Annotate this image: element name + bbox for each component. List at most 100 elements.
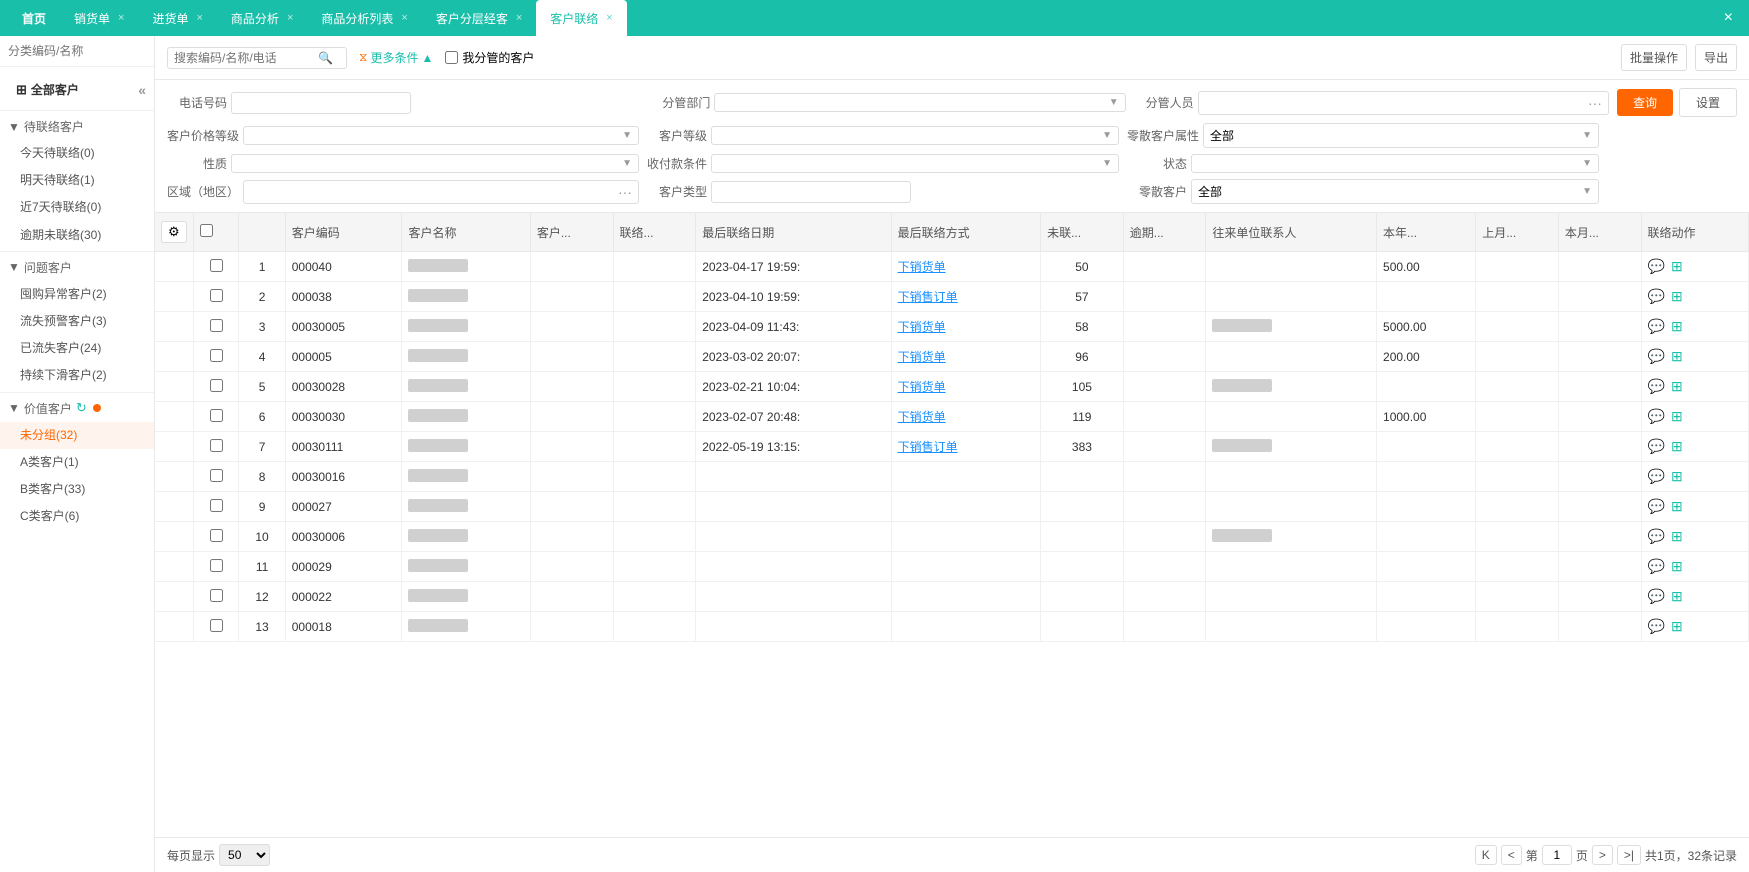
row-checkbox[interactable] xyxy=(210,379,223,392)
my-customers-check[interactable] xyxy=(445,51,458,64)
query-btn[interactable]: 查询 xyxy=(1617,89,1673,116)
row-checkbox-cell[interactable] xyxy=(193,282,239,312)
main-search-box[interactable]: 🔍 xyxy=(167,47,347,69)
row-checkbox-cell[interactable] xyxy=(193,432,239,462)
row-checkbox[interactable] xyxy=(210,349,223,362)
row-checkbox[interactable] xyxy=(210,469,223,482)
chat-icon[interactable]: 💬 xyxy=(1648,348,1665,365)
tab-customer-contact-close[interactable]: × xyxy=(606,12,612,24)
row-checkbox-cell[interactable] xyxy=(193,492,239,522)
batch-operation-btn[interactable]: 批量操作 xyxy=(1621,44,1687,71)
row-checkbox[interactable] xyxy=(210,589,223,602)
chat-icon[interactable]: 💬 xyxy=(1648,558,1665,575)
status-select[interactable]: ▼ xyxy=(1191,154,1599,173)
sidebar-search-input[interactable] xyxy=(8,44,155,58)
main-search-input[interactable] xyxy=(174,51,314,65)
row-checkbox-cell[interactable] xyxy=(193,252,239,282)
next-page-btn[interactable]: > xyxy=(1592,845,1613,865)
row-checkbox[interactable] xyxy=(210,499,223,512)
last-method-link[interactable]: 下销售订单 xyxy=(898,440,958,454)
page-number-input[interactable] xyxy=(1542,845,1572,865)
chat-icon[interactable]: 💬 xyxy=(1648,318,1665,335)
customer-grade-select[interactable]: ▼ xyxy=(711,126,1119,145)
last-method-link[interactable]: 下销货单 xyxy=(898,380,946,394)
row-checkbox[interactable] xyxy=(210,289,223,302)
sidebar-collapse-btn[interactable]: « xyxy=(138,82,146,98)
prev-page-btn[interactable]: < xyxy=(1501,845,1522,865)
row-checkbox-cell[interactable] xyxy=(193,342,239,372)
chat-icon[interactable]: 💬 xyxy=(1648,468,1665,485)
grid-action-icon[interactable]: ⊞ xyxy=(1671,498,1683,515)
main-search-icon[interactable]: 🔍 xyxy=(318,51,333,65)
sidebar-item-tomorrow[interactable]: 明天待联络(1) xyxy=(0,167,154,194)
tab-sales[interactable]: 销货单 × xyxy=(60,0,138,36)
tab-goods-analysis-close[interactable]: × xyxy=(287,12,293,24)
sidebar-item-today[interactable]: 今天待联络(0) xyxy=(0,140,154,167)
chat-icon[interactable]: 💬 xyxy=(1648,528,1665,545)
row-checkbox-cell[interactable] xyxy=(193,312,239,342)
tab-customer-tier[interactable]: 客户分层经客 × xyxy=(422,0,536,36)
row-checkbox-cell[interactable] xyxy=(193,522,239,552)
row-checkbox[interactable] xyxy=(210,619,223,632)
sidebar-item-class-c[interactable]: C类客户(6) xyxy=(0,503,154,530)
chat-icon[interactable]: 💬 xyxy=(1648,378,1665,395)
page-size-select[interactable]: 50 10 20 100 xyxy=(219,844,270,866)
first-page-btn[interactable]: K xyxy=(1475,845,1497,865)
chat-icon[interactable]: 💬 xyxy=(1648,288,1665,305)
reset-btn[interactable]: 设置 xyxy=(1679,88,1737,117)
tab-purchase-close[interactable]: × xyxy=(196,12,202,24)
last-page-btn[interactable]: >| xyxy=(1617,845,1641,865)
sidebar-item-week[interactable]: 近7天待联络(0) xyxy=(0,194,154,221)
grid-action-icon[interactable]: ⊞ xyxy=(1671,258,1683,275)
sidebar-all-customers-btn[interactable]: ⊞ 全部客户 xyxy=(8,75,87,104)
select-all-checkbox[interactable] xyxy=(200,224,213,237)
customer-type-input[interactable] xyxy=(711,181,911,203)
grid-action-icon[interactable]: ⊞ xyxy=(1671,528,1683,545)
chat-icon[interactable]: 💬 xyxy=(1648,618,1665,635)
row-checkbox[interactable] xyxy=(210,439,223,452)
row-checkbox[interactable] xyxy=(210,529,223,542)
grid-action-icon[interactable]: ⊞ xyxy=(1671,378,1683,395)
more-filters-btn[interactable]: ⧖ 更多条件 ▲ xyxy=(359,49,433,66)
row-checkbox-cell[interactable] xyxy=(193,462,239,492)
tab-goods-list[interactable]: 商品分析列表 × xyxy=(307,0,421,36)
chat-icon[interactable]: 💬 xyxy=(1648,258,1665,275)
sidebar-group-problem[interactable]: ▼ 问题客户 xyxy=(0,254,154,281)
export-btn[interactable]: 导出 xyxy=(1695,44,1737,71)
row-checkbox[interactable] xyxy=(210,409,223,422)
sidebar-item-abnormal[interactable]: 囤购异常客户(2) xyxy=(0,281,154,308)
region-select[interactable]: ··· xyxy=(243,180,639,204)
last-method-link[interactable]: 下销货单 xyxy=(898,410,946,424)
sidebar-item-overdue[interactable]: 逾期未联络(30) xyxy=(0,222,154,249)
row-checkbox-cell[interactable] xyxy=(193,402,239,432)
person-select[interactable]: ··· xyxy=(1198,91,1609,115)
row-checkbox[interactable] xyxy=(210,319,223,332)
sidebar-item-class-b[interactable]: B类客户(33) xyxy=(0,476,154,503)
row-checkbox-cell[interactable] xyxy=(193,582,239,612)
grid-action-icon[interactable]: ⊞ xyxy=(1671,348,1683,365)
grid-action-icon[interactable]: ⊞ xyxy=(1671,408,1683,425)
chat-icon[interactable]: 💬 xyxy=(1648,588,1665,605)
grid-action-icon[interactable]: ⊞ xyxy=(1671,618,1683,635)
retail-select[interactable]: 全部▼ xyxy=(1191,179,1599,204)
column-settings-btn[interactable]: ⚙ xyxy=(161,221,187,243)
tab-customer-contact[interactable]: 客户联络 × xyxy=(536,0,626,36)
grid-action-icon[interactable]: ⊞ xyxy=(1671,588,1683,605)
dept-select[interactable]: ▼ xyxy=(714,93,1125,112)
row-checkbox[interactable] xyxy=(210,559,223,572)
last-method-link[interactable]: 下销货单 xyxy=(898,320,946,334)
grid-action-icon[interactable]: ⊞ xyxy=(1671,438,1683,455)
tab-sales-close[interactable]: × xyxy=(118,12,124,24)
sidebar-group-value[interactable]: ▼ 价值客户 ↻ xyxy=(0,395,154,422)
my-customers-checkbox[interactable]: 我分管的客户 xyxy=(445,49,534,66)
grid-action-icon[interactable]: ⊞ xyxy=(1671,288,1683,305)
sidebar-item-class-a[interactable]: A类客户(1) xyxy=(0,449,154,476)
phone-input[interactable] xyxy=(231,92,411,114)
grid-action-icon[interactable]: ⊞ xyxy=(1671,318,1683,335)
row-checkbox-cell[interactable] xyxy=(193,372,239,402)
retail-attr-select[interactable]: 全部▼ xyxy=(1203,123,1599,148)
chat-icon[interactable]: 💬 xyxy=(1648,498,1665,515)
last-method-link[interactable]: 下销货单 xyxy=(898,260,946,274)
grid-action-icon[interactable]: ⊞ xyxy=(1671,558,1683,575)
sidebar-item-churned[interactable]: 已流失客户(24) xyxy=(0,335,154,362)
